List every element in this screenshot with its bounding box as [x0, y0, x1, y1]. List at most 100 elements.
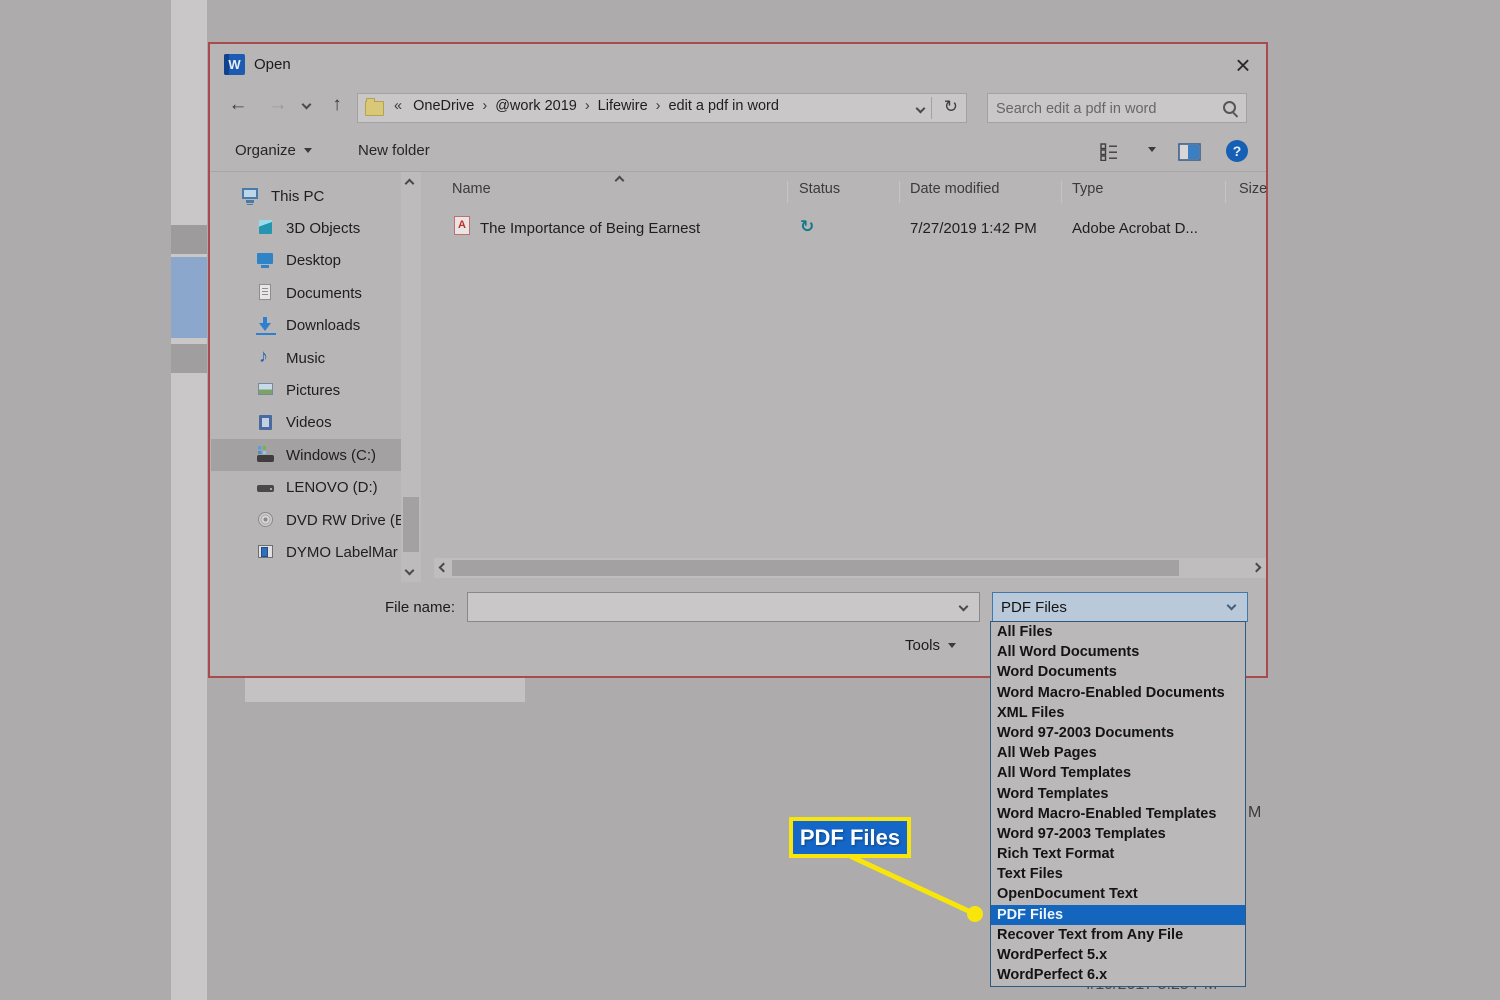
sidebar-item-music[interactable]: Music	[211, 342, 402, 374]
sidebar-item-desktop[interactable]: Desktop	[211, 245, 402, 277]
sidebar-scrollbar-thumb[interactable]	[403, 497, 419, 552]
this-pc-icon	[241, 187, 261, 205]
file-type-option[interactable]: All Word Documents	[991, 642, 1245, 662]
file-type-value: PDF Files	[1001, 599, 1067, 616]
file-type-option[interactable]: Word Macro-Enabled Documents	[991, 683, 1245, 703]
file-list-pane: Name Status Date modified Type Size The …	[434, 175, 1267, 582]
sidebar-item-dymo-labelmar[interactable]: DYMO LabelMar	[211, 536, 402, 568]
breadcrumb-item[interactable]: Lifewire	[595, 98, 651, 114]
tools-button[interactable]: Tools	[905, 637, 957, 654]
scroll-up-icon[interactable]	[404, 178, 415, 189]
scroll-right-icon[interactable]	[1251, 562, 1262, 573]
file-type-option[interactable]: Word Documents	[991, 662, 1245, 682]
column-header-status[interactable]: Status	[799, 181, 840, 197]
file-row[interactable]: The Importance of Being Earnest 7/27/201…	[434, 213, 1266, 245]
sidebar-item-downloads[interactable]: Downloads	[211, 310, 402, 342]
dvd-drive-icon	[256, 511, 276, 529]
help-icon[interactable]	[1226, 140, 1248, 162]
forward-icon[interactable]	[266, 94, 290, 116]
sidebar-item-label: Pictures	[286, 381, 341, 399]
sidebar-item-label: Documents	[286, 284, 362, 302]
sidebar-item-this-pc[interactable]: This PC	[211, 180, 402, 212]
horizontal-scrollbar-thumb[interactable]	[452, 560, 1179, 576]
sidebar-item-3d-objects[interactable]: 3D Objects	[211, 212, 402, 244]
title-bar: W Open	[210, 44, 1266, 88]
column-divider[interactable]	[787, 181, 788, 203]
column-divider[interactable]	[1061, 181, 1062, 203]
horizontal-scrollbar[interactable]	[434, 558, 1266, 578]
column-divider[interactable]	[1225, 181, 1226, 203]
file-type-option[interactable]: Word Macro-Enabled Templates	[991, 804, 1245, 824]
address-divider	[931, 97, 932, 119]
new-folder-label: New folder	[358, 142, 430, 159]
file-type-option[interactable]: WordPerfect 5.x	[991, 945, 1245, 965]
address-bar[interactable]: « OneDrive › @work 2019 › Lifewire › edit a pd…	[357, 93, 967, 123]
sidebar-item-pictures[interactable]: Pictures	[211, 374, 402, 406]
file-type-option[interactable]: WordPerfect 6.x	[991, 965, 1245, 985]
column-divider[interactable]	[899, 181, 900, 203]
background-strip	[171, 0, 207, 1000]
file-type-option[interactable]: Word 97-2003 Templates	[991, 824, 1245, 844]
background-block	[245, 678, 525, 702]
sidebar-item-label: This PC	[271, 187, 325, 205]
file-type-option[interactable]: Text Files	[991, 864, 1245, 884]
organize-label: Organize	[235, 142, 296, 159]
file-name-chevron-icon[interactable]	[958, 601, 969, 612]
recent-locations-chevron-icon[interactable]	[301, 99, 312, 110]
sync-status-icon	[800, 217, 814, 237]
column-header-name[interactable]: Name	[452, 181, 491, 197]
new-folder-button[interactable]: New folder	[358, 142, 430, 159]
sidebar-item-documents[interactable]: Documents	[211, 277, 402, 309]
close-icon[interactable]	[1230, 52, 1256, 78]
screenshot-root: { "window": { "title": "Open" }, "addres…	[0, 0, 1500, 1000]
sidebar-item-dvd-rw-drive-e[interactable]: DVD RW Drive (E	[211, 504, 402, 536]
file-name-input[interactable]	[474, 596, 958, 619]
view-options-chevron-icon[interactable]	[1148, 147, 1156, 152]
column-header-size[interactable]: Size	[1239, 181, 1267, 197]
sidebar-item-videos[interactable]: Videos	[211, 407, 402, 439]
column-header-date-modified[interactable]: Date modified	[910, 181, 999, 197]
organize-button[interactable]: Organize	[235, 142, 312, 159]
file-type-option[interactable]: Word 97-2003 Documents	[991, 723, 1245, 743]
view-options-icon[interactable]	[1100, 143, 1124, 161]
breadcrumb-separator-icon: ›	[655, 98, 661, 114]
file-type-option[interactable]: OpenDocument Text	[991, 884, 1245, 904]
file-type-option[interactable]: XML Files	[991, 703, 1245, 723]
breadcrumb-separator-icon: ›	[584, 98, 590, 114]
file-type-option[interactable]: All Word Templates	[991, 763, 1245, 783]
file-type-option[interactable]: All Web Pages	[991, 743, 1245, 763]
file-type-option[interactable]: All Files	[991, 622, 1245, 642]
sidebar-item-windows-c[interactable]: Windows (C:)	[211, 439, 402, 472]
scroll-down-icon[interactable]	[404, 565, 415, 576]
sidebar-item-lenovo-d[interactable]: LENOVO (D:)	[211, 472, 402, 504]
file-type-option[interactable]: Word Templates	[991, 784, 1245, 804]
downloads-icon	[256, 316, 276, 335]
file-name: The Importance of Being Earnest	[480, 220, 701, 237]
file-type-option[interactable]: Rich Text Format	[991, 844, 1245, 864]
file-type-option[interactable]: Recover Text from Any File	[991, 925, 1245, 945]
documents-icon	[256, 284, 276, 302]
address-dropdown-chevron-icon[interactable]	[915, 103, 926, 114]
label-printer-icon	[256, 543, 276, 561]
callout-label: PDF Files	[789, 817, 911, 858]
back-icon[interactable]	[226, 94, 250, 116]
breadcrumb-item[interactable]: @work 2019	[492, 98, 580, 114]
breadcrumb-item[interactable]: OneDrive	[410, 98, 477, 114]
column-header-type[interactable]: Type	[1072, 181, 1103, 197]
sidebar-scrollbar[interactable]	[401, 172, 421, 582]
word-logo-icon: W	[224, 54, 245, 75]
file-name-combo	[467, 592, 980, 622]
refresh-icon[interactable]	[944, 97, 958, 117]
file-type-combo[interactable]: PDF Files	[992, 592, 1248, 622]
preview-pane-icon[interactable]	[1178, 143, 1202, 161]
file-type-option[interactable]: PDF Files	[991, 904, 1245, 925]
breadcrumb-overflow[interactable]: «	[390, 98, 406, 114]
3d-objects-icon	[256, 219, 276, 237]
search-input[interactable]	[994, 97, 1213, 120]
dialog-title: Open	[254, 56, 291, 73]
up-icon[interactable]	[325, 94, 349, 116]
breadcrumb-item[interactable]: edit a pdf in word	[665, 98, 781, 114]
background-block	[171, 344, 207, 373]
breadcrumb-separator-icon: ›	[482, 98, 488, 114]
scroll-left-icon[interactable]	[438, 562, 449, 573]
